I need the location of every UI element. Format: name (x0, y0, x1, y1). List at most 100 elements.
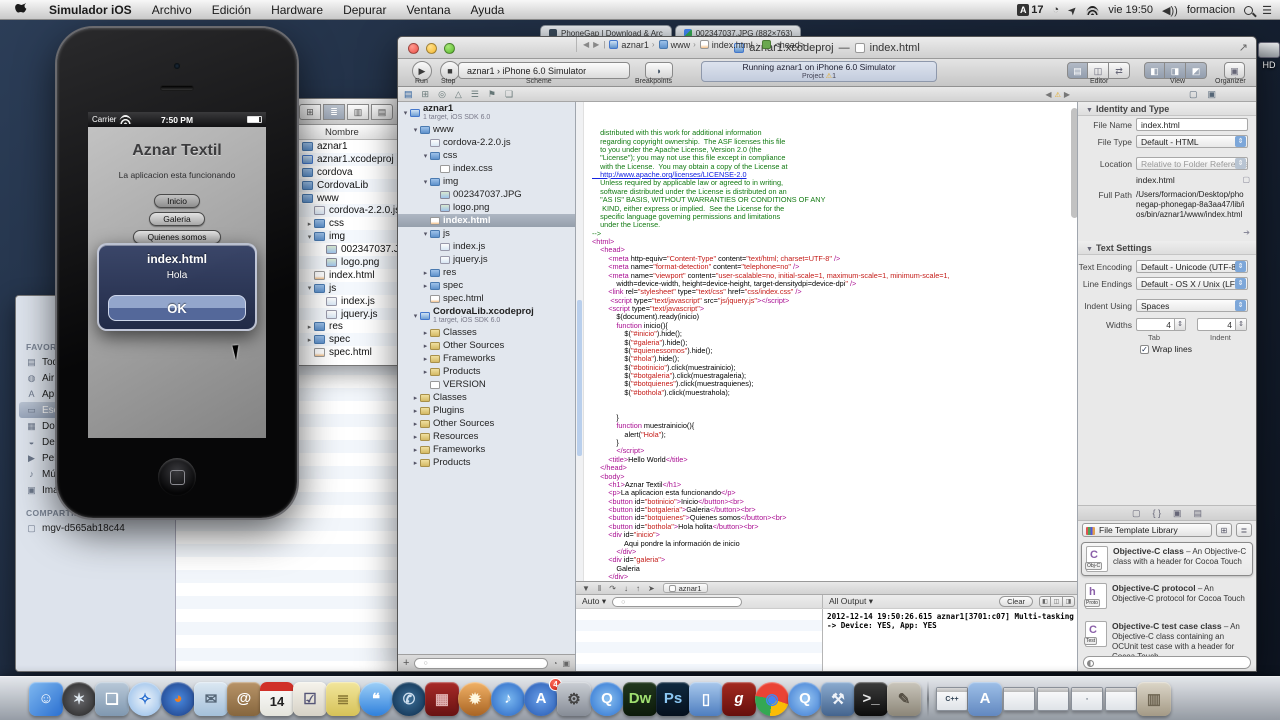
step-over-icon[interactable]: ↷ (609, 584, 616, 593)
process-chip[interactable]: aznar1 (662, 583, 708, 593)
ios-simulator-window[interactable]: Carrier 7:50 PM Aznar Textil La aplicaci… (57, 28, 297, 518)
menu-item[interactable]: Simulador iOS (39, 0, 142, 20)
dock-dreamweaver-icon[interactable]: Dw (623, 681, 657, 716)
wifi-icon[interactable] (1086, 5, 1100, 15)
library-item[interactable]: C Obj-C Objective-C class – An Objective-… (1081, 542, 1253, 576)
sidebar-shared-item[interactable]: ▢ mgv-d565ab18c44 (16, 520, 175, 536)
navigator-row[interactable]: ▸ Plugins (398, 404, 575, 417)
dock-gimp-icon[interactable]: ✎ (887, 681, 921, 716)
dock-launchpad-icon[interactable]: ✶ (62, 681, 96, 716)
navigator-row[interactable]: VERSION (398, 378, 575, 391)
jumpbar-crumb[interactable]: index.html › (699, 40, 758, 50)
icon-view-button[interactable]: ⊞ (299, 103, 321, 120)
debug-navigator-icon[interactable]: ❏ (505, 87, 513, 102)
navigator-row[interactable]: spec.html (398, 292, 575, 305)
folder-reference-icon[interactable]: ▢ (1242, 175, 1250, 184)
spotlight-icon[interactable] (1244, 5, 1254, 15)
wrap-lines-checkbox[interactable]: ✓ Wrap lines (1140, 344, 1192, 354)
dock-facetime-icon[interactable]: ✆ (392, 681, 426, 716)
file-type-dropdown[interactable]: Default - HTML (1136, 135, 1248, 148)
navigator-row[interactable]: ▾ img (398, 175, 575, 188)
step-out-icon[interactable]: ↑ (636, 584, 640, 593)
organizer-segment[interactable]: ▣ (1224, 62, 1245, 79)
navigator-row[interactable]: ▾ www (398, 123, 575, 136)
jumpbar-crumb[interactable]: <head> (762, 40, 805, 50)
navigator-row[interactable]: ▸ Other Sources (398, 339, 575, 352)
navigator-row[interactable]: ▸ spec (398, 279, 575, 292)
dock-reminders-icon[interactable]: ☑ (293, 681, 327, 716)
window-controls[interactable] (408, 43, 455, 54)
dock-calendar-icon[interactable]: 14 (260, 681, 294, 716)
library-search-field[interactable] (1083, 656, 1251, 669)
navigator-row[interactable]: ▾ CordovaLib.xcodeproj 1 target, iOS SDK … (398, 305, 575, 326)
dock-minimized-window-1[interactable] (1003, 686, 1035, 711)
library-item[interactable]: h Proto Objective-C protocol – An Objecti… (1081, 580, 1253, 612)
navigator-row[interactable]: ▸ Frameworks (398, 443, 575, 456)
dock-minimized-window-2[interactable] (1037, 686, 1069, 711)
location-icon[interactable]: ➤ (1065, 2, 1081, 18)
notification-center-icon[interactable]: ☰ (1262, 4, 1272, 17)
indent-width-stepper[interactable]: 4 (1197, 318, 1247, 331)
dock-safari-icon[interactable]: ✧ (128, 681, 162, 716)
scheme-selector[interactable]: aznar1 › iPhone 6.0 Simulator (458, 62, 630, 79)
recent-files-icon[interactable]: ◔ (553, 659, 558, 668)
navigator-row[interactable]: ▾ js (398, 227, 575, 240)
navigator-row[interactable]: cordova-2.2.0.js (398, 136, 575, 149)
menu-item[interactable]: Edición (202, 0, 261, 20)
symbol-navigator-icon[interactable]: ⊞ (422, 87, 430, 102)
coverflow-view-button[interactable]: ▤ (371, 103, 393, 120)
dock-finder-icon[interactable]: ☺ (29, 681, 63, 716)
library-grid-button[interactable]: ⊞ (1216, 523, 1232, 537)
menu-item[interactable]: Ventana (396, 0, 460, 20)
variables-search-field[interactable]: ○ (612, 596, 743, 607)
macintosh-hd-icon[interactable]: HD (1256, 42, 1280, 70)
breakpoint-navigator-icon[interactable]: ⚑ (488, 87, 496, 102)
jump-bar[interactable]: ◀ ▶ | aznar1 › www › index.html › <head> (576, 37, 1074, 52)
navigator-row[interactable]: ▸ Other Sources (398, 417, 575, 430)
dock-trash-icon[interactable]: ▥ (1137, 681, 1171, 716)
dock-quicktime-player-icon[interactable]: Q (788, 681, 822, 716)
alert-ok-button[interactable]: OK (108, 295, 246, 321)
list-view-button[interactable]: ≣ (323, 103, 345, 120)
debug-layout-segment[interactable]: ◧ ◫ ◨ (1039, 596, 1075, 607)
dock-applications-folder-icon[interactable]: A (968, 681, 1002, 716)
variables-view[interactable] (576, 609, 823, 671)
issue-navigator-icon[interactable]: △ (455, 87, 462, 102)
navigator-row[interactable]: 002347037.JPG (398, 188, 575, 201)
dock-chrome-icon[interactable]: ◉ (755, 681, 789, 716)
scm-status-icon[interactable]: ▣ (562, 659, 570, 668)
dock-mail-icon[interactable]: ✉ (194, 681, 228, 716)
dock-itunes-icon[interactable]: ♪ (491, 681, 525, 716)
dock-minimized-window-4[interactable] (1105, 686, 1137, 711)
line-endings-dropdown[interactable]: Default - OS X / Unix (LF) (1136, 277, 1248, 290)
dock-notes-icon[interactable]: ≣ (326, 681, 360, 716)
dock-g-app-icon[interactable]: g (722, 681, 756, 716)
jumpbar-crumb[interactable]: www › (658, 40, 696, 50)
navigator-row[interactable]: index.js (398, 240, 575, 253)
dock-contacts-icon[interactable]: @ (227, 681, 261, 716)
text-settings-header[interactable]: ▼ Text Settings (1078, 241, 1256, 255)
navigator-row[interactable]: ▾ aznar1 1 target, iOS SDK 6.0 (398, 102, 575, 123)
dock-cpp-document[interactable]: C++ (936, 686, 968, 711)
hide-debug-icon[interactable]: ▼ (582, 584, 590, 593)
navigator-row[interactable]: jquery.js (398, 253, 575, 266)
library-selector-bar[interactable]: ▢ { } ▣ ▤ (1078, 505, 1256, 521)
navigator-row[interactable]: index.html (398, 214, 575, 227)
dock-ios-simulator-icon[interactable]: ▯ (689, 681, 723, 716)
volume-icon[interactable]: ◀)) (1162, 4, 1178, 17)
dock-xcode-icon[interactable]: ⚒ (821, 681, 855, 716)
menu-item[interactable]: Hardware (261, 0, 333, 20)
time-machine-icon[interactable]: ◔ (1053, 4, 1060, 16)
dock-firefox-icon[interactable]: ◕ (161, 681, 195, 716)
text-encoding-dropdown[interactable]: Default - Unicode (UTF-8) (1136, 260, 1248, 273)
quienes-somos-button[interactable]: Quienes somos (133, 230, 221, 244)
forward-button[interactable]: ▶ (593, 40, 599, 49)
dock-photoshop-icon[interactable]: Ps (656, 681, 690, 716)
dock-app-store-icon[interactable]: A4 (524, 677, 562, 716)
dock-system-preferences-icon[interactable]: ⚙ (557, 681, 591, 716)
navigator-row[interactable]: ▸ Products (398, 456, 575, 469)
file-name-field[interactable]: index.html (1136, 118, 1248, 131)
menu-clock[interactable]: vie 19:50 (1108, 4, 1153, 16)
dock-separator[interactable] (927, 680, 929, 717)
console-output[interactable]: 2012-12-14 19:50:26.615 aznar1[3701:c07]… (823, 609, 1079, 671)
